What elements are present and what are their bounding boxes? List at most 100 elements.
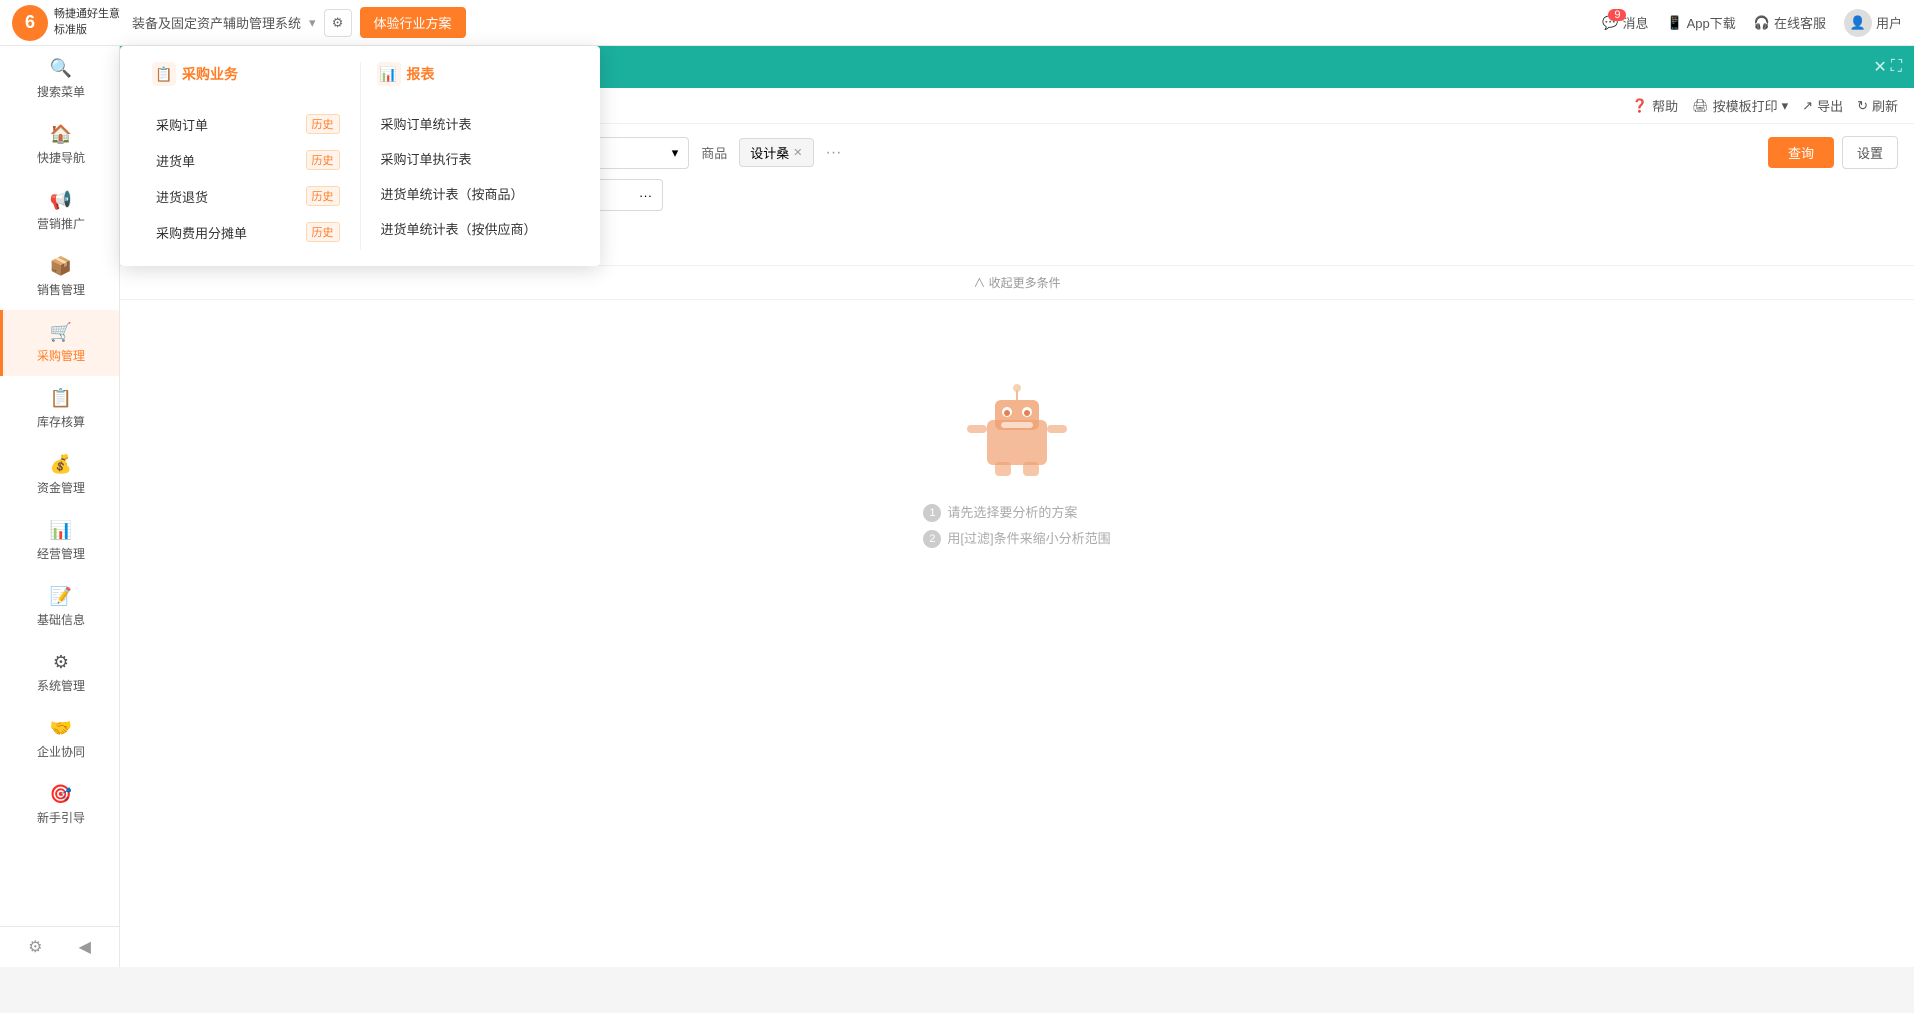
menu-item-receipt-stats-goods[interactable]: 进货单统计表（按商品）	[377, 176, 569, 211]
gear-button[interactable]: ⚙	[324, 9, 352, 37]
tab-expand-button[interactable]: ⛶	[1891, 58, 1902, 76]
sidebar-item-quicknav-label: 快捷导航	[37, 149, 85, 166]
purchase-icon: 🛒	[50, 322, 72, 343]
marketing-icon: 📢	[50, 190, 72, 211]
top-right-area: 💬 9 消息 📱 App下载 🎧 在线客服 👤 用户	[1602, 9, 1902, 37]
receipt-stats-goods-label: 进货单统计表（按商品）	[381, 184, 565, 203]
inventory-icon: 📋	[50, 388, 72, 409]
sidebar-item-guide-label: 新手引导	[37, 809, 85, 826]
sidebar-item-marketing[interactable]: 📢 营销推广	[0, 178, 119, 244]
collapse-bar[interactable]: ∧ 收起更多条件	[120, 266, 1914, 300]
logo-char: 6	[25, 12, 35, 33]
sidebar-item-marketing-label: 营销推广	[37, 215, 85, 232]
sidebar-settings-button[interactable]: ⚙	[28, 937, 42, 957]
sidebar-item-inventory[interactable]: 📋 库存核算	[0, 376, 119, 442]
logo-text: 畅捷通好生意 标准版	[54, 7, 120, 38]
home-icon: 🏠	[50, 124, 72, 145]
industry-button[interactable]: 体验行业方案	[360, 7, 466, 38]
menu-item-order-stats[interactable]: 采购订单统计表	[377, 106, 569, 141]
sidebar-item-purchase[interactable]: 🛒 采购管理	[0, 310, 119, 376]
sales-icon: 📦	[50, 256, 72, 277]
menu-item-expense[interactable]: 采购费用分摊单 历史	[152, 214, 344, 250]
message-label: 消息	[1622, 13, 1648, 32]
print-dropdown-icon[interactable]: ▾	[1782, 98, 1789, 114]
operation-icon: 📊	[50, 520, 72, 541]
export-button[interactable]: ↗ 导出	[1802, 96, 1843, 115]
empty-text: 1 请先选择要分析的方案 2 用[过滤]条件来缩小分析范围	[923, 500, 1110, 552]
sidebar-item-basic[interactable]: 📝 基础信息	[0, 574, 119, 640]
menu-item-order-exec[interactable]: 采购订单执行表	[377, 141, 569, 176]
sidebar-item-inventory-label: 库存核算	[37, 413, 85, 430]
salesperson-arrow: ···	[639, 188, 652, 203]
sidebar-item-system[interactable]: ⚙ 系统管理	[0, 640, 119, 706]
tab-close-all-button[interactable]: ✕	[1873, 57, 1886, 77]
purchase-section-title-text: 采购业务	[182, 64, 238, 84]
expense-label: 采购费用分摊单	[156, 223, 300, 242]
refresh-icon: ↻	[1857, 98, 1868, 114]
sidebar-item-enterprise[interactable]: 🤝 企业协同	[0, 706, 119, 772]
settings-button[interactable]: 设置	[1842, 136, 1898, 169]
empty-illustration	[957, 380, 1077, 480]
expense-history-badge: 历史	[306, 222, 340, 242]
headset-icon: 🎧	[1754, 15, 1770, 31]
print-label: 按模板打印	[1713, 96, 1778, 115]
purchase-section-icon: 📋	[152, 62, 176, 86]
export-icon: ↗	[1802, 98, 1813, 114]
guide-icon: 🎯	[50, 784, 72, 805]
order-stats-label: 采购订单统计表	[381, 114, 565, 133]
user-button[interactable]: 👤 用户	[1844, 9, 1902, 37]
refresh-button[interactable]: ↻ 刷新	[1857, 96, 1898, 115]
empty-step1-text: 请先选择要分析的方案	[947, 500, 1077, 526]
goods-more-dots[interactable]: ···	[826, 144, 842, 162]
phone-icon: 📱	[1666, 15, 1682, 31]
online-service-label: 在线客服	[1774, 13, 1826, 32]
order-exec-label: 采购订单执行表	[381, 149, 565, 168]
online-service-button[interactable]: 🎧 在线客服	[1754, 13, 1826, 32]
print-button[interactable]: 🖨 按模板打印 ▾	[1692, 96, 1788, 115]
query-btn-group: 查询 设置	[1768, 136, 1898, 169]
logo-line2: 标准版	[54, 23, 120, 38]
sidebar-item-operation[interactable]: 📊 经营管理	[0, 508, 119, 574]
user-label: 用户	[1876, 13, 1902, 32]
message-button[interactable]: 💬 9 消息	[1602, 13, 1648, 32]
sidebar-item-quicknav[interactable]: 🏠 快捷导航	[0, 112, 119, 178]
sidebar-item-search-label: 搜索菜单	[37, 83, 85, 100]
sidebar-item-enterprise-label: 企业协同	[37, 743, 85, 760]
sidebar-item-sales[interactable]: 📦 销售管理	[0, 244, 119, 310]
report-section-icon: 📊	[377, 62, 401, 86]
return-history-badge: 历史	[306, 186, 340, 206]
menu-item-receipt-stats-supplier[interactable]: 进货单统计表（按供应商）	[377, 211, 569, 246]
report-section-title: 📊 报表	[377, 62, 569, 94]
sidebar: 🔍 搜索菜单 🏠 快捷导航 📢 营销推广 📦 销售管理 🛒 采购管理 📋 库存核…	[0, 46, 120, 967]
empty-step-2: 2 用[过滤]条件来缩小分析范围	[923, 526, 1110, 552]
finance-icon: 💰	[50, 454, 72, 475]
sidebar-item-guide[interactable]: 🎯 新手引导	[0, 772, 119, 838]
system-name-text: 装备及固定资产辅助管理系统	[132, 13, 301, 32]
export-label: 导出	[1817, 96, 1843, 115]
print-icon: 🖨	[1692, 98, 1709, 114]
sidebar-collapse-button[interactable]: ◀	[79, 937, 91, 957]
sidebar-bottom: ⚙ ◀	[0, 926, 119, 967]
sidebar-item-basic-label: 基础信息	[37, 611, 85, 628]
avatar: 👤	[1844, 9, 1872, 37]
help-button[interactable]: ❓ 帮助	[1632, 96, 1678, 115]
system-dropdown-arrow[interactable]: ▾	[309, 15, 316, 31]
empty-step2-text: 用[过滤]条件来缩小分析范围	[947, 526, 1110, 552]
sidebar-item-sales-label: 销售管理	[37, 281, 85, 298]
sidebar-item-finance[interactable]: 💰 资金管理	[0, 442, 119, 508]
logo-area: 6 畅捷通好生意 标准版	[12, 5, 132, 41]
goods-label: 商品	[701, 143, 727, 162]
menu-item-receipt[interactable]: 进货单 历史	[152, 142, 344, 178]
tab-actions: ✕ ⛶	[1861, 57, 1914, 77]
menu-item-purchase-order[interactable]: 采购订单 历史	[152, 106, 344, 142]
message-badge-wrap: 💬 9	[1602, 15, 1618, 31]
search-icon: 🔍	[50, 58, 72, 79]
menu-item-return[interactable]: 进货退货 历史	[152, 178, 344, 214]
app-download-label: App下载	[1687, 13, 1736, 32]
goods-tag-close[interactable]: ✕	[793, 146, 802, 159]
sidebar-item-purchase-label: 采购管理	[37, 347, 85, 364]
sidebar-item-search[interactable]: 🔍 搜索菜单	[0, 46, 119, 112]
app-download-button[interactable]: 📱 App下载	[1666, 13, 1735, 32]
receipt-stats-supplier-label: 进货单统计表（按供应商）	[381, 219, 565, 238]
query-button[interactable]: 查询	[1768, 137, 1834, 168]
